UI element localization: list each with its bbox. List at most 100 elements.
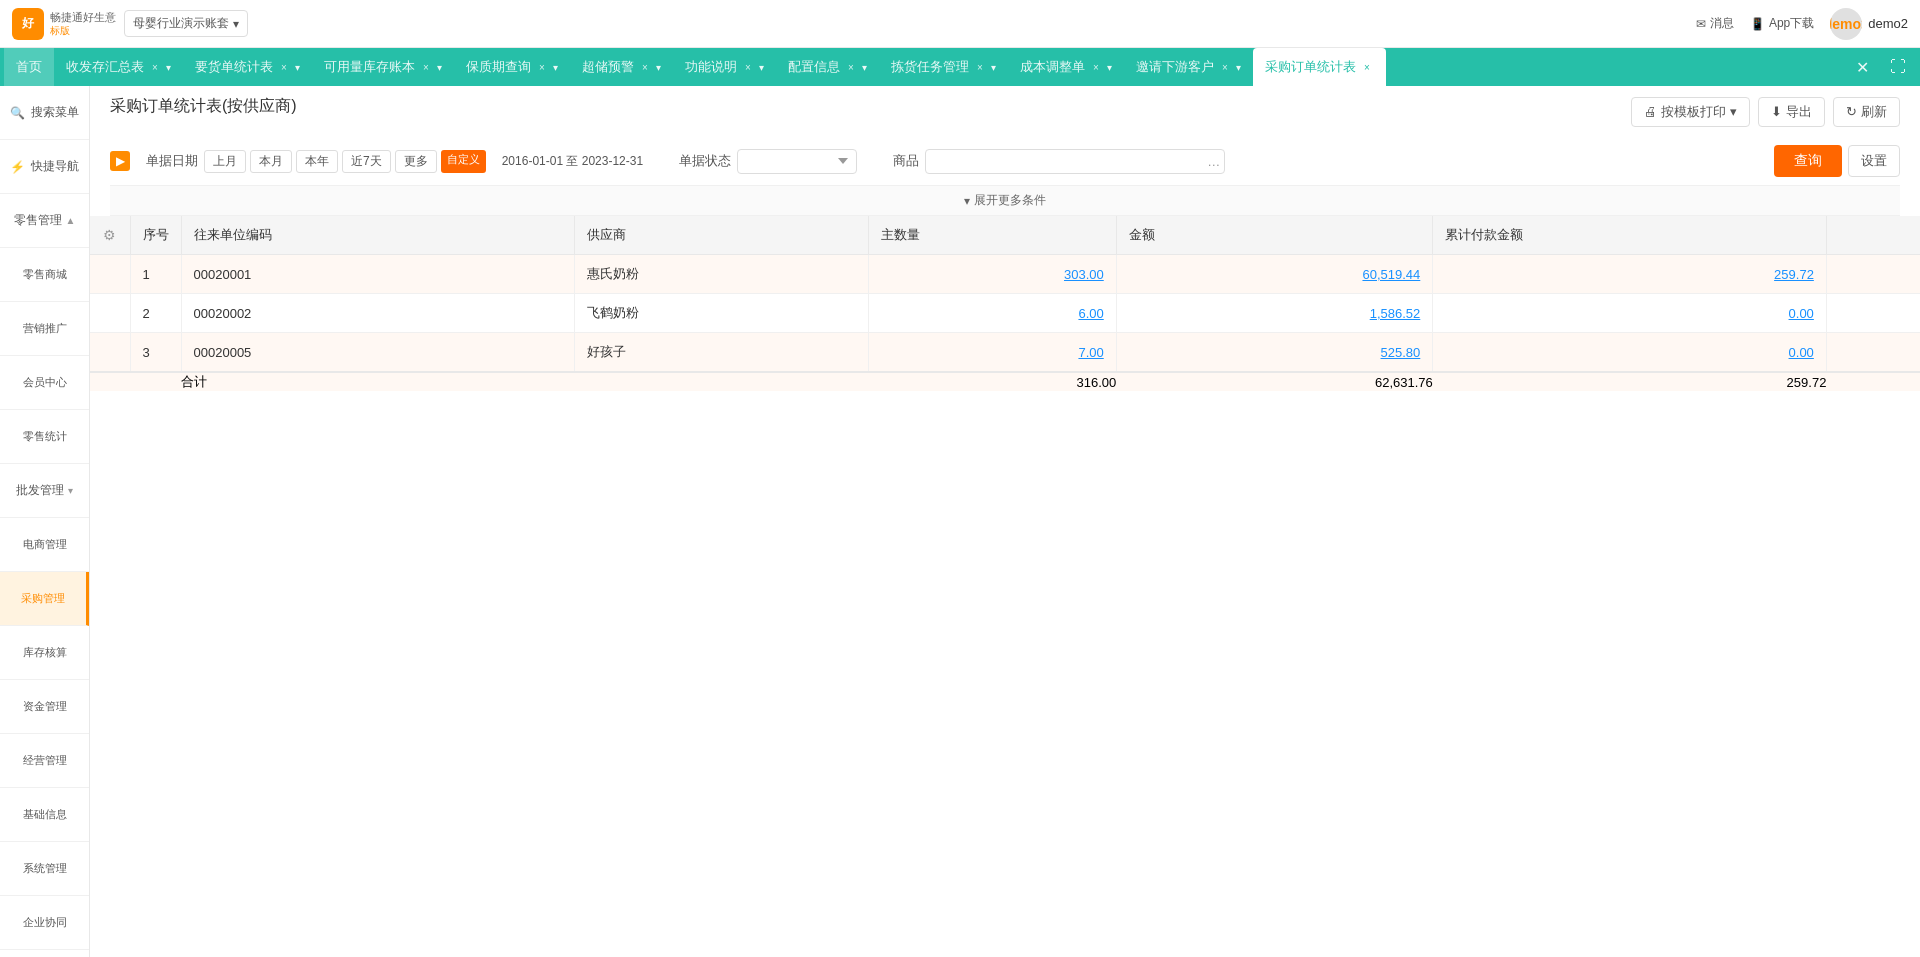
tab-baoyuanq[interactable]: 保质期查询 × ▾ [454,48,570,86]
sidebar-item-retail-store[interactable]: 零售商城 [0,248,89,302]
row2-qty-link[interactable]: 6.00 [1078,306,1103,321]
sidebar-item-newguide[interactable]: 新手引导 [0,950,89,957]
print-button[interactable]: 🖨 按模板打印 ▾ [1631,97,1750,127]
sidebar-item-system[interactable]: 系统管理 [0,842,89,896]
tab-caigoudan[interactable]: 采购订单统计表 × [1253,48,1386,86]
refresh-button[interactable]: ↻ 刷新 [1833,97,1900,127]
tab-baoyuanq-close[interactable]: × [535,60,549,74]
tab-yaohuo[interactable]: 要货单统计表 × ▾ [183,48,312,86]
tab-shoufazh[interactable]: 收发存汇总表 × ▾ [54,48,183,86]
tab-chaochuyujing[interactable]: 超储预警 × ▾ [570,48,673,86]
date-shortcut-last-month[interactable]: 上月 [204,150,246,173]
row1-amount-link[interactable]: 60,519.44 [1362,267,1420,282]
table-settings-icon[interactable]: ⚙ [103,227,116,243]
sidebar-item-wholesale[interactable]: 批发管理 ▾ [0,464,89,518]
tab-yaoqingxia[interactable]: 邀请下游客户 × ▾ [1124,48,1253,86]
workspace-arrow-icon: ▾ [233,17,239,31]
tab-chaochuyujing-arrow: ▾ [656,62,661,73]
workspace-selector[interactable]: 母婴行业演示账套 ▾ [124,10,248,37]
tab-keyong-arrow: ▾ [437,62,442,73]
goods-more-icon[interactable]: … [1207,154,1220,169]
tab-caigoudan-close[interactable]: × [1360,60,1374,74]
top-actions: 🖨 按模板打印 ▾ ⬇ 导出 ↻ 刷新 [1631,97,1900,127]
sidebar-search[interactable]: 🔍 搜索菜单 [0,86,89,140]
refresh-icon: ↻ [1846,104,1857,119]
sidebar-ecommerce-label: 电商管理 [23,537,67,551]
date-filter-label: 单据日期 [146,152,198,170]
date-shortcut-this-month[interactable]: 本月 [250,150,292,173]
date-shortcut-this-year[interactable]: 本年 [296,150,338,173]
tab-keyong-label: 可用量库存账本 [324,58,415,76]
col-settings: ⚙ [90,216,130,255]
date-shortcut-more[interactable]: 更多 [395,150,437,173]
sidebar-item-enterprise[interactable]: 企业协同 [0,896,89,950]
date-custom-badge[interactable]: 自定义 [441,150,486,173]
tab-chengbenz-arrow: ▾ [1107,62,1112,73]
sidebar-item-basic[interactable]: 基础信息 [0,788,89,842]
tab-peizhi-close[interactable]: × [844,60,858,74]
row1-qty-link[interactable]: 303.00 [1064,267,1104,282]
quicknav-icon: ⚡ [10,160,25,174]
summary-paid: 259.72 [1433,372,1827,391]
query-buttons: 查询 设置 [1774,145,1900,177]
tab-yaohuo-close[interactable]: × [277,60,291,74]
sidebar-item-ecommerce[interactable]: 电商管理 [0,518,89,572]
goods-filter: 商品 … [893,149,1220,174]
col-index: 序号 [130,216,181,255]
app-download-button[interactable]: 📱 App下载 [1750,15,1814,32]
row3-qty-link[interactable]: 7.00 [1078,345,1103,360]
avatar: demo2 [1830,8,1862,40]
row3-paid: 0.00 [1433,333,1827,373]
tab-yaoqingxia-close[interactable]: × [1218,60,1232,74]
tab-chengbenz[interactable]: 成本调整单 × ▾ [1008,48,1124,86]
tab-chaochuyujing-close[interactable]: × [638,60,652,74]
row2-amount-link[interactable]: 1,586.52 [1370,306,1421,321]
summary-row: 合计 316.00 62,631.76 259.72 [90,372,1920,391]
tab-home[interactable]: 首页 [4,48,54,86]
sidebar-inventory-label: 库存核算 [23,645,67,659]
goods-input[interactable] [925,149,1225,174]
row2-paid-link[interactable]: 0.00 [1789,306,1814,321]
sidebar-item-member[interactable]: 会员中心 [0,356,89,410]
sidebar-item-retail-stat[interactable]: 零售统计 [0,410,89,464]
expand-conditions-button[interactable]: ▾ 展开更多条件 [956,190,1054,211]
settings-button[interactable]: 设置 [1848,145,1900,177]
filter-collapse-toggle[interactable]: ▶ [110,151,130,171]
sidebar-item-inventory[interactable]: 库存核算 [0,626,89,680]
col-extra [1826,216,1920,255]
tab-gongneng[interactable]: 功能说明 × ▾ [673,48,776,86]
tab-baoyuanq-arrow: ▾ [553,62,558,73]
sidebar-item-retail[interactable]: 零售管理 ▲ [0,194,89,248]
tab-yaoqingxia-arrow: ▾ [1236,62,1241,73]
nav-close-button[interactable]: ✕ [1848,53,1876,81]
summary-label: 合计 [181,372,869,391]
sidebar-item-operation[interactable]: 经营管理 [0,734,89,788]
tab-baoyuanq-label: 保质期查询 [466,58,531,76]
export-button[interactable]: ⬇ 导出 [1758,97,1825,127]
sidebar-quicknav[interactable]: ⚡ 快捷导航 [0,140,89,194]
tab-shoufazh-close[interactable]: × [148,60,162,74]
tab-gongneng-arrow: ▾ [759,62,764,73]
message-button[interactable]: ✉ 消息 [1696,15,1734,32]
sidebar-item-marketing[interactable]: 营销推广 [0,302,89,356]
tab-keyong[interactable]: 可用量库存账本 × ▾ [312,48,454,86]
tab-zhihuoren[interactable]: 拣货任务管理 × ▾ [879,48,1008,86]
row3-paid-link[interactable]: 0.00 [1789,345,1814,360]
tab-peizhi[interactable]: 配置信息 × ▾ [776,48,879,86]
status-select[interactable] [737,149,857,174]
date-shortcut-7days[interactable]: 近7天 [342,150,391,173]
tab-zhihuoren-close[interactable]: × [973,60,987,74]
query-button[interactable]: 查询 [1774,145,1842,177]
row3-amount-link[interactable]: 525.80 [1381,345,1421,360]
nav-fullscreen-button[interactable]: ⛶ [1884,53,1912,81]
user-profile[interactable]: demo2 demo2 [1830,8,1908,40]
tab-keyong-close[interactable]: × [419,60,433,74]
tab-gongneng-close[interactable]: × [741,60,755,74]
sidebar-marketing-label: 营销推广 [23,321,67,335]
sidebar-item-purchase[interactable]: 采购管理 [0,572,89,626]
table-header-row: ⚙ 序号 往来单位编码 供应商 主数量 金额 累计付款金额 [90,216,1920,255]
sidebar-item-finance[interactable]: 资金管理 [0,680,89,734]
row1-paid-link[interactable]: 259.72 [1774,267,1814,282]
row1-amount: 60,519.44 [1116,255,1433,294]
tab-chengbenz-close[interactable]: × [1089,60,1103,74]
